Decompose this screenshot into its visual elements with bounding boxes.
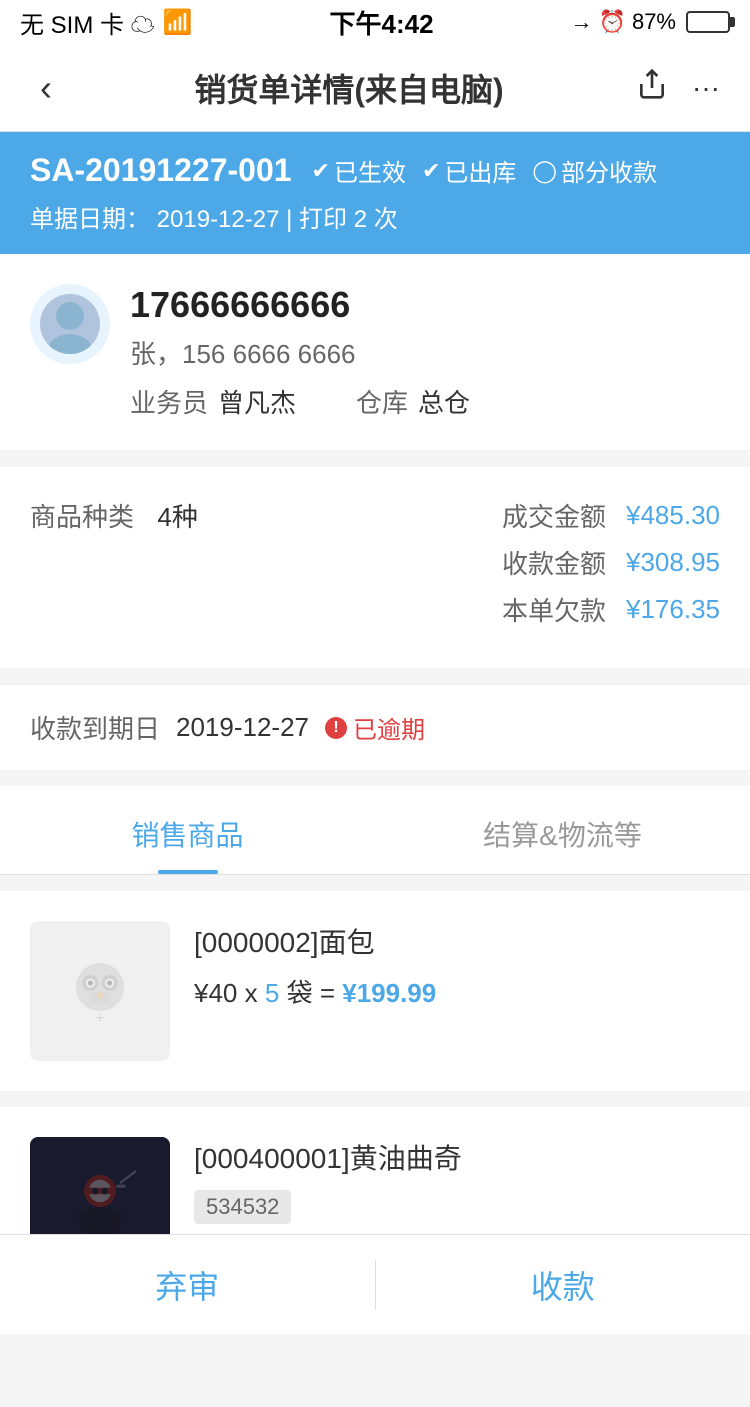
overdue-icon: ! — [325, 717, 347, 739]
product-types-label: 商品种类 — [30, 502, 134, 532]
customer-info: 17666666666 张，156 6666 6666 业务员 曾凡杰 仓库 总… — [130, 284, 720, 420]
check-icon-2: ✔ — [422, 158, 440, 184]
tab-products[interactable]: 销售商品 — [0, 786, 375, 874]
owed-label: 本单欠款 — [502, 591, 606, 628]
print-count: 2 — [354, 206, 367, 233]
amount-value: ¥485.30 — [626, 500, 720, 531]
tabs-section: 销售商品 结算&物流等 + — [0, 786, 750, 1307]
product-name-2: [000400001]黄油曲奇 — [194, 1137, 720, 1177]
customer-meta: 业务员 曾凡杰 仓库 总仓 — [130, 383, 720, 420]
product-details-1: [0000002]面包 ¥40 x 5 袋 = ¥199.99 — [194, 921, 720, 1010]
cancel-button[interactable]: 弃审 — [0, 1242, 375, 1328]
tabs-bar: 销售商品 结算&物流等 — [0, 786, 750, 875]
status-right: → ⏰ 87% — [571, 9, 730, 35]
received-value: ¥308.95 — [626, 547, 720, 578]
price-quantity-1: 5 — [265, 978, 279, 1008]
status-effective: ✔ 已生效 — [312, 153, 406, 188]
customer-phone: 17666666666 — [130, 284, 720, 326]
print-label: | 打印 — [286, 206, 347, 233]
owed-value: ¥176.35 — [626, 594, 720, 625]
overdue-text: 已逾期 — [353, 710, 425, 745]
status-time: 下午4:42 — [330, 4, 434, 41]
due-section: 收款到期日 2019-12-27 ! 已逾期 — [0, 684, 750, 770]
order-header: SA-20191227-001 ✔ 已生效 ✔ 已出库 ◯ 部分收款 单据日期：… — [0, 132, 750, 254]
back-button[interactable]: ‹ — [30, 57, 62, 119]
status-left: 无 SIM 卡 ☁ 📶 — [20, 5, 193, 40]
product-tag-2: 534532 — [194, 1190, 291, 1224]
battery-percent: 87% — [632, 9, 676, 35]
overdue-badge: ! 已逾期 — [325, 710, 425, 745]
due-label: 收款到期日 — [30, 709, 160, 746]
share-button[interactable] — [636, 68, 668, 107]
salesperson-value: 曾凡杰 — [218, 383, 296, 420]
more-button[interactable]: ··· — [692, 72, 720, 104]
print-unit: 次 — [374, 206, 398, 233]
svg-text:+: + — [95, 1010, 104, 1027]
date-label: 单据日期： — [30, 206, 150, 233]
order-date-row: 单据日期： 2019-12-27 | 打印 2 次 — [30, 199, 720, 234]
summary-section: 商品种类 4种 成交金额 ¥485.30 收款金额 ¥308.95 本单欠款 ¥… — [0, 467, 750, 668]
confirm-button[interactable]: 收款 — [376, 1242, 750, 1328]
customer-section: 17666666666 张，156 6666 6666 业务员 曾凡杰 仓库 总… — [0, 254, 750, 451]
order-date: 2019-12-27 — [157, 206, 280, 233]
price-equals-1: = — [320, 978, 342, 1008]
price-operator-1: x — [245, 978, 265, 1008]
amount-label: 成交金额 — [502, 497, 606, 534]
product-price-1: ¥40 x 5 袋 = ¥199.99 — [194, 973, 720, 1010]
page-title: 销货单详情(来自电脑) — [194, 65, 503, 111]
product-types-count: 4种 — [157, 502, 197, 532]
summary-left: 商品种类 4种 — [30, 497, 198, 534]
customer-name: 张，156 6666 6666 — [130, 334, 720, 371]
received-row: 收款金额 ¥308.95 — [502, 544, 720, 581]
summary-right: 成交金额 ¥485.30 收款金额 ¥308.95 本单欠款 ¥176.35 — [502, 497, 720, 638]
order-number: SA-20191227-001 — [30, 152, 292, 189]
tab-settlement[interactable]: 结算&物流等 — [375, 786, 750, 874]
bottom-bar: 弃审 收款 — [0, 1234, 750, 1334]
sim-label: 无 SIM 卡 ☁ — [20, 5, 155, 40]
nav-actions: ··· — [636, 68, 720, 107]
due-date: 2019-12-27 — [176, 712, 309, 743]
wifi-icon: 📶 — [163, 8, 193, 37]
product-image-1: + — [30, 921, 170, 1061]
warehouse-value: 总仓 — [418, 383, 470, 420]
price-total-1: ¥199.99 — [342, 978, 436, 1008]
status-shipped: ✔ 已出库 — [422, 153, 516, 188]
list-item: + [0000002]面包 ¥40 x 5 袋 = ¥199.99 — [0, 891, 750, 1091]
received-label: 收款金额 — [502, 544, 606, 581]
warehouse-meta: 仓库 总仓 — [356, 383, 470, 420]
status-bar: 无 SIM 卡 ☁ 📶 下午4:42 → ⏰ 87% — [0, 0, 750, 44]
price-unit-1: 袋 — [287, 978, 313, 1008]
amount-row: 成交金额 ¥485.30 — [502, 497, 720, 534]
product-name-1: [0000002]面包 — [194, 921, 720, 961]
salesperson-meta: 业务员 曾凡杰 — [130, 383, 296, 420]
status-tags: ✔ 已生效 ✔ 已出库 ◯ 部分收款 — [312, 153, 658, 188]
check-icon-1: ✔ — [312, 158, 330, 184]
clock-icon: ◯ — [532, 158, 557, 184]
location-icon: → — [571, 9, 593, 35]
warehouse-label: 仓库 — [356, 383, 408, 420]
owed-row: 本单欠款 ¥176.35 — [502, 591, 720, 628]
alarm-icon: ⏰ — [599, 9, 626, 35]
status-partial: ◯ 部分收款 — [532, 153, 657, 188]
salesperson-label: 业务员 — [130, 383, 208, 420]
avatar — [30, 284, 110, 364]
nav-bar: ‹ 销货单详情(来自电脑) ··· — [0, 44, 750, 132]
avatar-icon — [40, 294, 100, 354]
battery-icon — [686, 11, 730, 33]
